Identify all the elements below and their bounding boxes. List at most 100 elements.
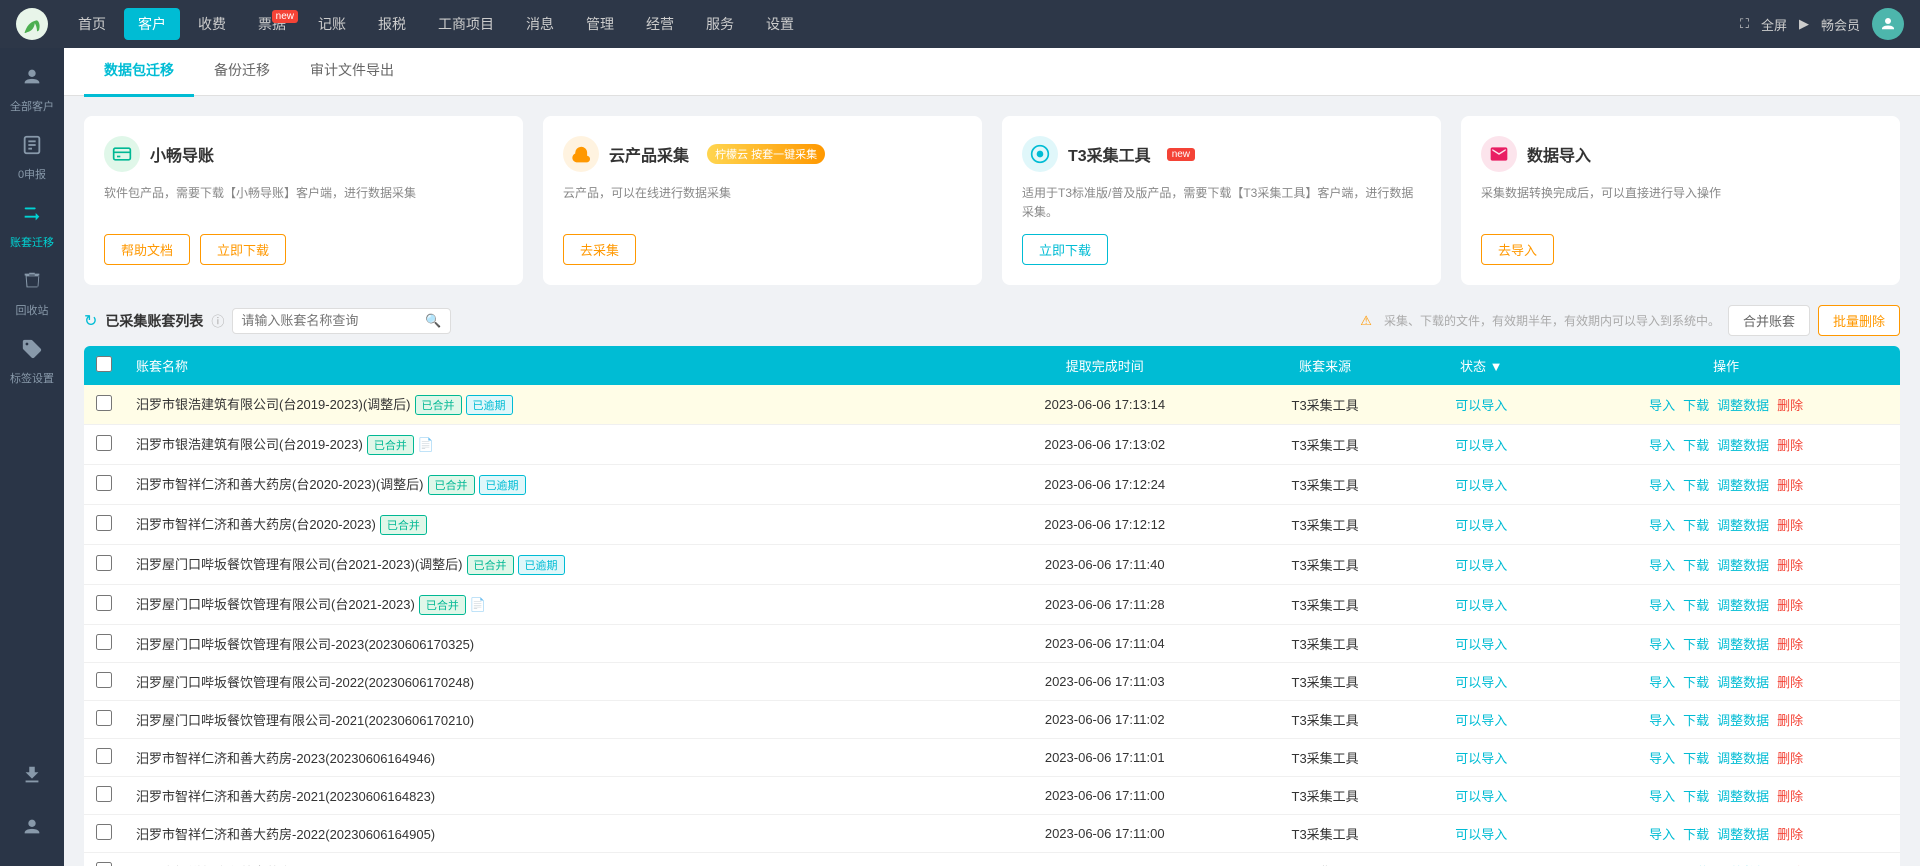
go-import-button[interactable]: 去导入 xyxy=(1481,234,1554,265)
vip-icon[interactable]: ▶ xyxy=(1799,16,1809,32)
th-status[interactable]: 状态 ▼ xyxy=(1410,346,1552,385)
action-导入[interactable]: 导入 xyxy=(1649,558,1675,573)
refresh-icon[interactable]: ↻ xyxy=(84,311,97,331)
action-导入[interactable]: 导入 xyxy=(1649,478,1675,493)
row-checkbox[interactable] xyxy=(96,862,112,866)
nav-bookkeeping[interactable]: 记账 xyxy=(304,8,360,40)
nav-customer[interactable]: 客户 xyxy=(124,8,180,40)
nav-business[interactable]: 工商项目 xyxy=(424,8,508,40)
row-checkbox[interactable] xyxy=(96,555,112,571)
fullscreen-icon[interactable]: ⛶ xyxy=(1740,16,1749,32)
search-input[interactable] xyxy=(241,313,421,328)
row-checkbox[interactable] xyxy=(96,634,112,650)
action-删除[interactable]: 删除 xyxy=(1777,558,1803,573)
action-下载[interactable]: 下载 xyxy=(1683,478,1709,493)
action-删除[interactable]: 删除 xyxy=(1777,598,1803,613)
action-删除[interactable]: 删除 xyxy=(1777,518,1803,533)
sidebar-item-all-customers[interactable]: 全部客户 xyxy=(0,56,64,124)
action-下载[interactable]: 下载 xyxy=(1683,751,1709,766)
tab-data-migration[interactable]: 数据包迁移 xyxy=(84,48,194,97)
action-下载[interactable]: 下载 xyxy=(1683,675,1709,690)
search-button[interactable]: 🔍 xyxy=(425,313,441,329)
user-avatar[interactable] xyxy=(1872,8,1904,40)
row-checkbox[interactable] xyxy=(96,595,112,611)
nav-tax[interactable]: 报税 xyxy=(364,8,420,40)
action-删除[interactable]: 删除 xyxy=(1777,827,1803,842)
action-导入[interactable]: 导入 xyxy=(1649,789,1675,804)
nav-home[interactable]: 首页 xyxy=(64,8,120,40)
action-调整数据[interactable]: 调整数据 xyxy=(1717,713,1769,728)
select-all-checkbox[interactable] xyxy=(96,356,112,372)
row-checkbox[interactable] xyxy=(96,395,112,411)
action-删除[interactable]: 删除 xyxy=(1777,789,1803,804)
action-删除[interactable]: 删除 xyxy=(1777,675,1803,690)
row-checkbox[interactable] xyxy=(96,786,112,802)
action-导入[interactable]: 导入 xyxy=(1649,713,1675,728)
download-now-button-3[interactable]: 立即下载 xyxy=(1022,234,1108,265)
action-下载[interactable]: 下载 xyxy=(1683,598,1709,613)
nav-fees[interactable]: 收费 xyxy=(184,8,240,40)
sidebar-item-zero-declare[interactable]: 0申报 xyxy=(0,124,64,192)
nav-operations[interactable]: 经营 xyxy=(632,8,688,40)
action-调整数据[interactable]: 调整数据 xyxy=(1717,518,1769,533)
go-collect-button[interactable]: 去采集 xyxy=(563,234,636,265)
action-下载[interactable]: 下载 xyxy=(1683,438,1709,453)
action-删除[interactable]: 删除 xyxy=(1777,637,1803,652)
row-checkbox[interactable] xyxy=(96,710,112,726)
sidebar-item-user-profile[interactable] xyxy=(17,806,47,858)
action-调整数据[interactable]: 调整数据 xyxy=(1717,598,1769,613)
merge-account-button[interactable]: 合并账套 xyxy=(1728,305,1810,336)
action-调整数据[interactable]: 调整数据 xyxy=(1717,438,1769,453)
help-doc-button[interactable]: 帮助文档 xyxy=(104,234,190,265)
action-下载[interactable]: 下载 xyxy=(1683,558,1709,573)
nav-settings[interactable]: 设置 xyxy=(752,8,808,40)
row-checkbox[interactable] xyxy=(96,435,112,451)
nav-manage[interactable]: 管理 xyxy=(572,8,628,40)
nav-message[interactable]: 消息 xyxy=(512,8,568,40)
download-now-button-1[interactable]: 立即下载 xyxy=(200,234,286,265)
action-调整数据[interactable]: 调整数据 xyxy=(1717,478,1769,493)
action-删除[interactable]: 删除 xyxy=(1777,478,1803,493)
action-下载[interactable]: 下载 xyxy=(1683,398,1709,413)
sidebar-item-account-migrate[interactable]: 账套迁移 xyxy=(0,192,64,260)
action-调整数据[interactable]: 调整数据 xyxy=(1717,398,1769,413)
action-调整数据[interactable]: 调整数据 xyxy=(1717,558,1769,573)
sidebar-item-tag-settings[interactable]: 标签设置 xyxy=(0,328,64,396)
action-下载[interactable]: 下载 xyxy=(1683,713,1709,728)
vip-label[interactable]: 畅会员 xyxy=(1821,15,1860,34)
info-icon[interactable]: ⓘ xyxy=(211,311,224,330)
action-调整数据[interactable]: 调整数据 xyxy=(1717,751,1769,766)
action-导入[interactable]: 导入 xyxy=(1649,398,1675,413)
fullscreen-label[interactable]: 全屏 xyxy=(1761,15,1787,34)
action-导入[interactable]: 导入 xyxy=(1649,598,1675,613)
action-导入[interactable]: 导入 xyxy=(1649,637,1675,652)
action-导入[interactable]: 导入 xyxy=(1649,518,1675,533)
nav-invoice[interactable]: 票据new xyxy=(244,8,300,40)
action-导入[interactable]: 导入 xyxy=(1649,827,1675,842)
tab-audit-export[interactable]: 审计文件导出 xyxy=(290,48,414,97)
action-删除[interactable]: 删除 xyxy=(1777,751,1803,766)
action-导入[interactable]: 导入 xyxy=(1649,675,1675,690)
tab-backup-migration[interactable]: 备份迁移 xyxy=(194,48,290,97)
row-checkbox[interactable] xyxy=(96,475,112,491)
row-checkbox[interactable] xyxy=(96,515,112,531)
action-删除[interactable]: 删除 xyxy=(1777,438,1803,453)
action-调整数据[interactable]: 调整数据 xyxy=(1717,789,1769,804)
action-调整数据[interactable]: 调整数据 xyxy=(1717,637,1769,652)
action-导入[interactable]: 导入 xyxy=(1649,438,1675,453)
batch-delete-button[interactable]: 批量删除 xyxy=(1818,305,1900,336)
sidebar-item-recycle[interactable]: 回收站 xyxy=(0,260,64,328)
action-下载[interactable]: 下载 xyxy=(1683,789,1709,804)
action-下载[interactable]: 下载 xyxy=(1683,827,1709,842)
action-调整数据[interactable]: 调整数据 xyxy=(1717,675,1769,690)
action-下载[interactable]: 下载 xyxy=(1683,637,1709,652)
action-导入[interactable]: 导入 xyxy=(1649,751,1675,766)
row-checkbox[interactable] xyxy=(96,824,112,840)
action-删除[interactable]: 删除 xyxy=(1777,398,1803,413)
action-调整数据[interactable]: 调整数据 xyxy=(1717,827,1769,842)
row-checkbox[interactable] xyxy=(96,672,112,688)
action-下载[interactable]: 下载 xyxy=(1683,518,1709,533)
sidebar-item-download[interactable] xyxy=(17,754,47,806)
action-删除[interactable]: 删除 xyxy=(1777,713,1803,728)
nav-service[interactable]: 服务 xyxy=(692,8,748,40)
